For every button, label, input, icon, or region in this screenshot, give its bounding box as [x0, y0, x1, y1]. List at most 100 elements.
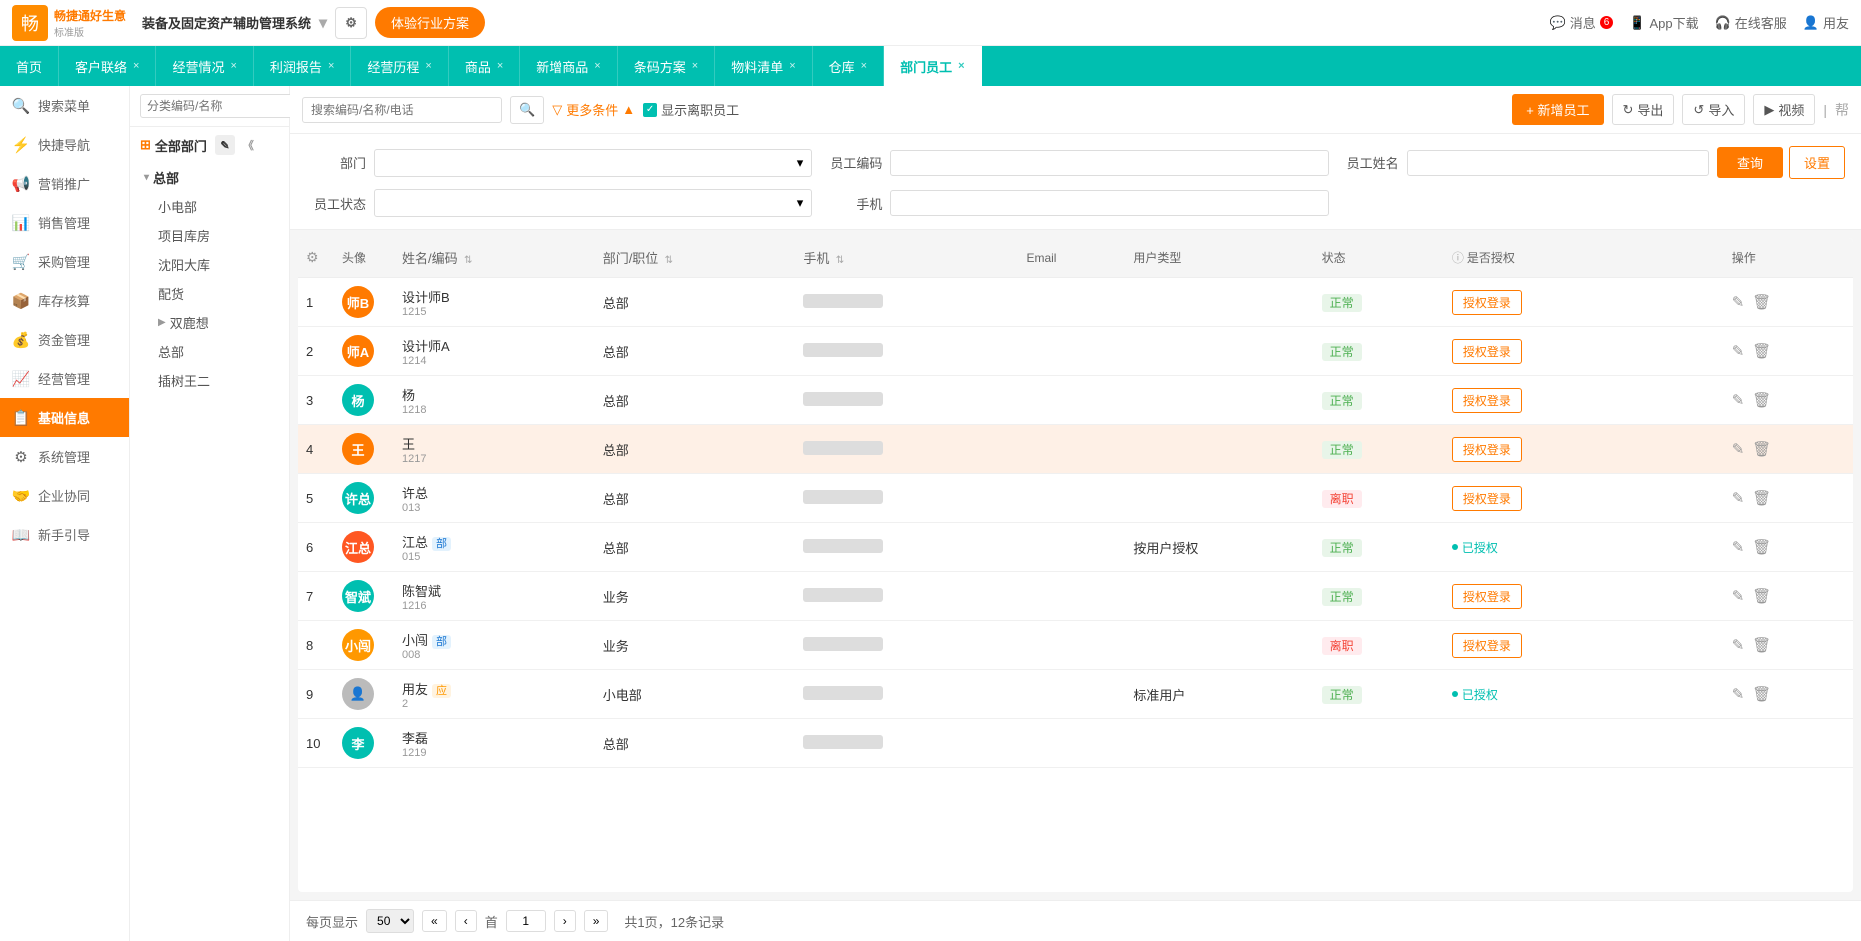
search-input[interactable] [302, 97, 502, 123]
dept-select[interactable]: ▾ [374, 149, 812, 177]
dept-search-input[interactable] [140, 94, 309, 118]
dept-collapse-btn[interactable]: 《 [243, 137, 254, 153]
tab-add-goods[interactable]: 新增商品× [520, 46, 617, 86]
settings-button[interactable]: ⚙ [335, 7, 367, 39]
import-button[interactable]: ↺ 导入 [1682, 94, 1745, 125]
sidebar-item-business[interactable]: 📈 经营管理 [0, 359, 129, 398]
col-settings[interactable]: ⚙ [298, 238, 334, 278]
row-auth[interactable]: 授权登录 [1444, 425, 1644, 474]
close-icon[interactable]: × [230, 60, 236, 72]
tab-operation[interactable]: 经营情况× [156, 46, 253, 86]
dept-node-electronics[interactable]: 小电部 [130, 192, 289, 221]
close-icon[interactable]: × [328, 60, 334, 72]
delete-icon[interactable]: 🗑 [1752, 440, 1771, 458]
row-auth[interactable]: 授权登录 [1444, 474, 1644, 523]
edit-icon[interactable]: ✎ [1732, 391, 1745, 409]
close-icon[interactable]: × [789, 60, 795, 72]
col-name-code[interactable]: 姓名/编码 ⇅ [394, 238, 595, 278]
delete-icon[interactable]: 🗑 [1752, 538, 1771, 556]
tab-goods[interactable]: 商品× [449, 46, 520, 86]
message-button[interactable]: 💬 消息 6 [1550, 13, 1614, 32]
edit-icon[interactable]: ✎ [1732, 440, 1745, 458]
dropdown-arrow-icon[interactable]: ▾ [319, 13, 327, 33]
dept-node-general[interactable]: ▾ 总部 [130, 163, 289, 192]
try-solution-button[interactable]: 体验行业方案 [375, 7, 485, 38]
sidebar-item-system[interactable]: ⚙ 系统管理 [0, 437, 129, 476]
sidebar-item-inventory[interactable]: 📦 库存核算 [0, 281, 129, 320]
delete-icon[interactable]: 🗑 [1752, 293, 1771, 311]
row-auth[interactable]: 授权登录 [1444, 376, 1644, 425]
tab-customer[interactable]: 客户联络× [59, 46, 156, 86]
dept-node-shenyang[interactable]: 沈阳大库 [130, 250, 289, 279]
view-button[interactable]: ▶ 视频 [1753, 94, 1815, 125]
show-resigned-toggle[interactable]: ✓ 显示离职员工 [643, 100, 739, 119]
sidebar-item-shortcuts[interactable]: ⚡ 快捷导航 [0, 125, 129, 164]
auth-login-button[interactable]: 授权登录 [1452, 339, 1522, 364]
edit-icon[interactable]: ✎ [1732, 342, 1745, 360]
settings-icon[interactable]: ⚙ [306, 249, 319, 265]
app-download-button[interactable]: 📱 App下载 [1629, 13, 1698, 32]
tab-history[interactable]: 经营历程× [351, 46, 448, 86]
tab-barcode[interactable]: 条码方案× [618, 46, 715, 86]
close-icon[interactable]: × [425, 60, 431, 72]
close-icon[interactable]: × [861, 60, 867, 72]
help-icon[interactable]: | [1823, 102, 1827, 118]
edit-icon[interactable]: ✎ [1732, 293, 1745, 311]
edit-icon[interactable]: ✎ [1732, 685, 1745, 703]
add-employee-button[interactable]: + 新增员工 [1512, 94, 1603, 125]
delete-icon[interactable]: 🗑 [1752, 391, 1771, 409]
online-service-button[interactable]: 🎧 在线客服 [1715, 13, 1787, 32]
col-phone[interactable]: 手机 ⇅ [795, 238, 1018, 278]
emp-name-input[interactable] [1407, 150, 1709, 176]
delete-icon[interactable]: 🗑 [1752, 342, 1771, 360]
tab-profit[interactable]: 利润报告× [254, 46, 351, 86]
user-avatar[interactable]: 👤 用友 [1803, 13, 1849, 32]
delete-icon[interactable]: 🗑 [1752, 587, 1771, 605]
auth-login-button[interactable]: 授权登录 [1452, 290, 1522, 315]
close-icon[interactable]: × [958, 60, 964, 72]
dept-all-btn[interactable]: ⊞ 全部部门 ✎ 《 [130, 127, 289, 163]
auth-login-button[interactable]: 授权登录 [1452, 437, 1522, 462]
dept-node-chashuwang[interactable]: 插树王二 [130, 366, 289, 395]
sidebar-item-guide[interactable]: 📖 新手引导 [0, 515, 129, 554]
more-options-icon[interactable]: 帮 [1835, 100, 1849, 120]
phone-input[interactable] [890, 190, 1328, 216]
search-button[interactable]: 🔍 [510, 96, 544, 124]
edit-icon[interactable]: ✎ [1732, 538, 1745, 556]
col-dept-pos[interactable]: 部门/职位 ⇅ [595, 238, 796, 278]
sidebar-item-finance[interactable]: 💰 资金管理 [0, 320, 129, 359]
tab-home[interactable]: 首页 [0, 46, 59, 86]
dept-node-project[interactable]: 项目库房 [130, 221, 289, 250]
last-page-button[interactable]: » [584, 910, 609, 932]
auth-login-button[interactable]: 授权登录 [1452, 584, 1522, 609]
status-select[interactable]: ▾ [374, 189, 812, 217]
delete-icon[interactable]: 🗑 [1752, 685, 1771, 703]
close-icon[interactable]: × [497, 60, 503, 72]
sidebar-item-purchase[interactable]: 🛒 采购管理 [0, 242, 129, 281]
page-number-input[interactable] [506, 910, 546, 932]
sidebar-item-marketing[interactable]: 📢 营销推广 [0, 164, 129, 203]
first-page-button[interactable]: « [422, 910, 447, 932]
tab-warehouse[interactable]: 仓库× [813, 46, 884, 86]
row-auth[interactable]: 授权登录 [1444, 621, 1644, 670]
edit-icon[interactable]: ✎ [1732, 489, 1745, 507]
close-icon[interactable]: × [594, 60, 600, 72]
row-auth[interactable]: 授权登录 [1444, 278, 1644, 327]
tab-bom[interactable]: 物料清单× [715, 46, 812, 86]
row-auth[interactable]: 授权登录 [1444, 327, 1644, 376]
next-page-button[interactable]: › [554, 910, 576, 932]
prev-page-button[interactable]: ‹ [455, 910, 477, 932]
edit-icon[interactable]: ✎ [1732, 587, 1745, 605]
per-page-select[interactable]: 50 [366, 909, 414, 933]
auth-login-button[interactable]: 授权登录 [1452, 388, 1522, 413]
delete-icon[interactable]: 🗑 [1752, 636, 1771, 654]
dept-node-distribution[interactable]: 配货 [130, 279, 289, 308]
emp-code-input[interactable] [890, 150, 1328, 176]
query-button[interactable]: 查询 [1717, 147, 1783, 178]
dept-edit-icon[interactable]: ✎ [215, 135, 235, 155]
row-auth[interactable]: 授权登录 [1444, 572, 1644, 621]
close-icon[interactable]: × [692, 60, 698, 72]
export-button[interactable]: ↻ 导出 [1612, 94, 1675, 125]
tab-employees[interactable]: 部门员工× [884, 46, 981, 86]
auth-login-button[interactable]: 授权登录 [1452, 486, 1522, 511]
